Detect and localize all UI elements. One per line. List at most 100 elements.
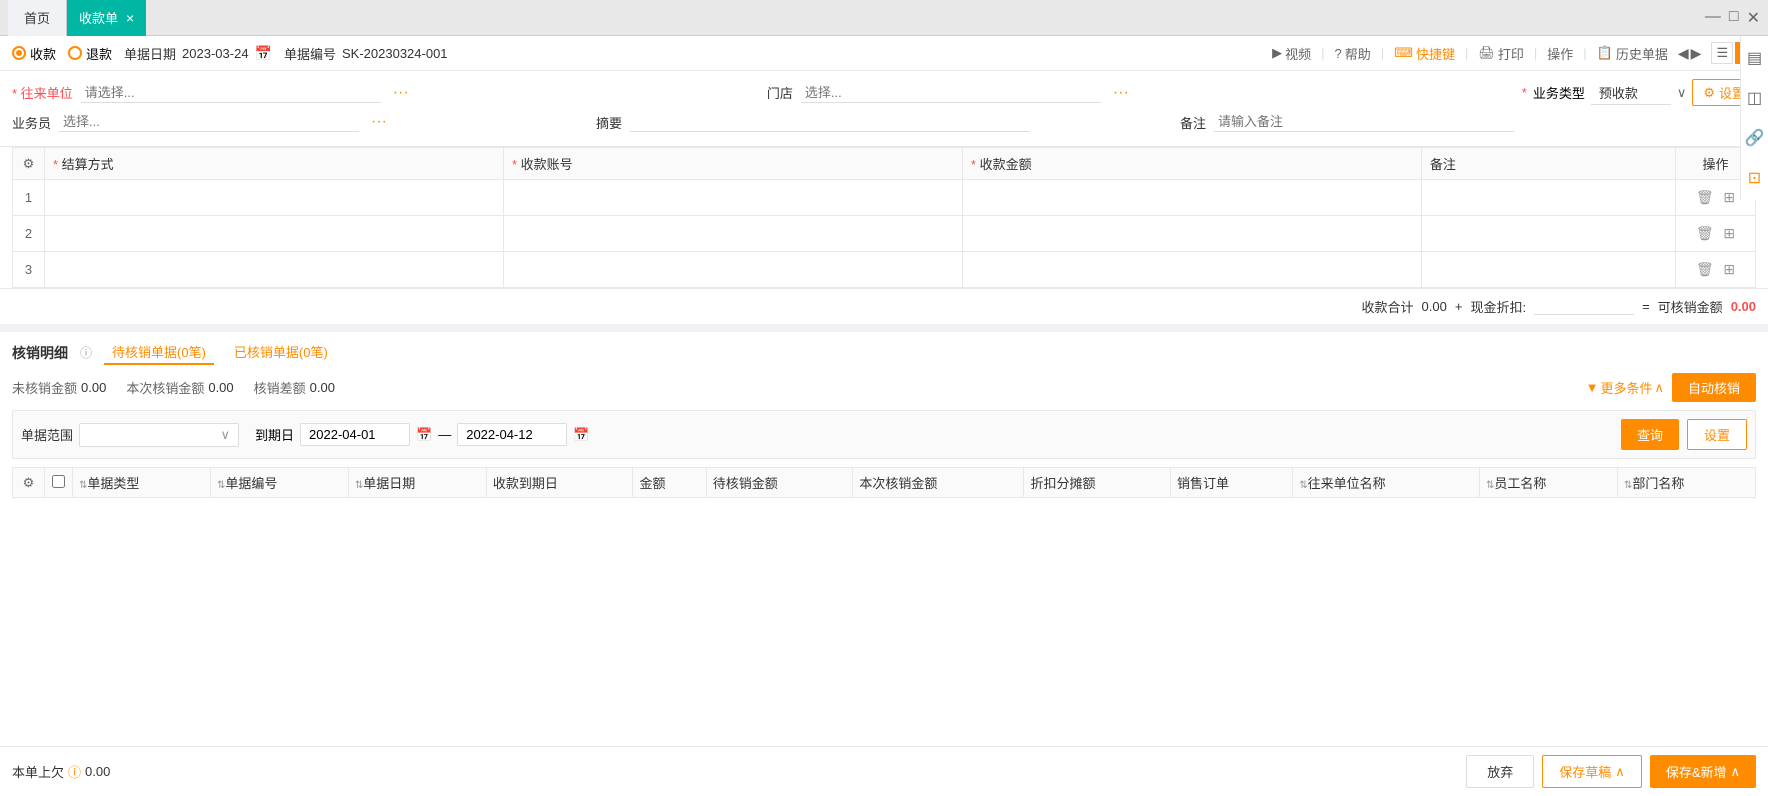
remark-col: 备注: [1180, 112, 1756, 132]
history-btn[interactable]: 📋 历史单据: [1597, 44, 1668, 63]
verify-stats-right: ▼ 更多条件 ∧ 自动核销: [1586, 373, 1756, 402]
operation-btn[interactable]: 操作: [1547, 44, 1573, 63]
number-label: 单据编号: [284, 44, 336, 63]
discount-input[interactable]: [1534, 299, 1634, 315]
vendor-more-icon[interactable]: ···: [389, 84, 413, 102]
more-conditions-btn[interactable]: ▼ 更多条件 ∧: [1586, 378, 1664, 397]
copy-icon-1[interactable]: ⊞: [1723, 189, 1735, 205]
col-pending: 待核销金额: [706, 468, 853, 498]
cell-settlement-2[interactable]: [45, 216, 504, 252]
biz-type-arrow[interactable]: ∨: [1677, 85, 1687, 101]
radio-refund[interactable]: 退款: [68, 44, 112, 63]
cell-account-2[interactable]: [503, 216, 962, 252]
row-num-1: 1: [13, 180, 45, 216]
remark-input[interactable]: [1214, 112, 1514, 132]
main-table: ⚙ * 结算方式 * 收款账号 * 收款金额 备注 操作: [12, 147, 1756, 288]
vendor-input[interactable]: [81, 83, 381, 103]
staff-more-icon[interactable]: ···: [367, 113, 391, 131]
cell-remark-1[interactable]: [1421, 180, 1675, 216]
tab-active-label: 收款单: [79, 8, 118, 27]
net-value: 0.00: [1731, 299, 1756, 314]
shortcut-btn[interactable]: ⌨ 快捷键: [1394, 44, 1455, 63]
discard-button[interactable]: 放弃: [1466, 755, 1534, 788]
order-stat: 本单上欠 ⓘ 0.00: [12, 762, 110, 781]
cell-amount-3[interactable]: [962, 252, 1421, 288]
right-panel-expand-icon[interactable]: ⊡: [1744, 164, 1765, 192]
tab-pending[interactable]: 待核销单据(0笔): [104, 340, 214, 365]
store-input[interactable]: [801, 83, 1101, 103]
summary-label: 摘要: [596, 113, 622, 132]
maximize-icon[interactable]: □: [1729, 8, 1739, 28]
verify-info-icon[interactable]: ⓘ: [80, 344, 92, 361]
auto-verify-button[interactable]: 自动核销: [1672, 373, 1756, 402]
view-list[interactable]: ☰: [1711, 42, 1733, 64]
main-table-area: ⚙ * 结算方式 * 收款账号 * 收款金额 备注 操作: [0, 147, 1768, 288]
nav-next[interactable]: ▶: [1691, 45, 1702, 62]
select-all-th[interactable]: [45, 468, 73, 498]
date-from-input[interactable]: [300, 423, 410, 446]
help-btn[interactable]: ? 帮助: [1335, 44, 1371, 63]
copy-icon-2[interactable]: ⊞: [1723, 225, 1735, 241]
cell-ops-2: 🗑 ⊞: [1676, 216, 1756, 252]
setup-button[interactable]: 设置: [1687, 419, 1747, 450]
calendar-icon[interactable]: 📅: [255, 45, 272, 62]
col-current: 本次核销金额: [853, 468, 1024, 498]
date-to-cal-icon[interactable]: 📅: [573, 427, 589, 443]
range-label: 单据范围: [21, 425, 73, 444]
cell-settlement-1[interactable]: [45, 180, 504, 216]
tab-close-icon[interactable]: ×: [126, 10, 134, 26]
order-value: 0.00: [85, 764, 110, 779]
tab-done[interactable]: 已核销单据(0笔): [226, 340, 336, 365]
radio-receipt[interactable]: 收款: [12, 44, 56, 63]
video-btn[interactable]: ▶ 视频: [1272, 44, 1311, 63]
vendor-col: * 往来单位 ···: [12, 83, 759, 103]
order-label: 本单上欠: [12, 762, 64, 781]
nav-prev[interactable]: ◀: [1678, 45, 1689, 62]
summary-col: 摘要: [596, 112, 1172, 132]
select-all-checkbox[interactable]: [52, 475, 65, 488]
tab-home[interactable]: 首页: [8, 0, 67, 36]
table-gear-th[interactable]: ⚙: [13, 148, 45, 180]
cell-account-3[interactable]: [503, 252, 962, 288]
cell-remark-2[interactable]: [1421, 216, 1675, 252]
col-vendor: ⇅往来单位名称: [1293, 468, 1480, 498]
copy-icon-3[interactable]: ⊞: [1723, 261, 1735, 277]
delete-icon-3[interactable]: 🗑: [1696, 261, 1714, 277]
date-range-sep: —: [438, 427, 451, 442]
right-panel-table-icon[interactable]: ▤: [1743, 44, 1766, 72]
save-new-arrow-icon: ∧: [1730, 764, 1740, 780]
current-stat: 本次核销金额 0.00: [126, 378, 233, 397]
cell-amount-1[interactable]: [962, 180, 1421, 216]
staff-input[interactable]: [59, 112, 359, 132]
cell-settlement-3[interactable]: [45, 252, 504, 288]
cell-amount-2[interactable]: [962, 216, 1421, 252]
delete-icon-1[interactable]: 🗑: [1696, 189, 1714, 205]
right-panel-doc-icon[interactable]: ◫: [1743, 84, 1766, 112]
delete-icon-2[interactable]: 🗑: [1696, 225, 1714, 241]
table-row: 1 🗑 ⊞: [13, 180, 1756, 216]
range-select[interactable]: ∨: [79, 423, 239, 447]
tab-active[interactable]: 收款单 ×: [67, 0, 146, 36]
net-label: 可核销金额: [1658, 297, 1723, 316]
draft-button[interactable]: 保存草稿 ∧: [1542, 755, 1642, 788]
save-new-button[interactable]: 保存&新增 ∧: [1650, 755, 1756, 788]
cell-account-1[interactable]: [503, 180, 962, 216]
range-filter: 单据范围 ∨: [21, 423, 239, 447]
receipt-type-group: 收款 退款: [12, 44, 112, 63]
print-btn[interactable]: 🖨 打印: [1478, 44, 1524, 63]
verify-stats: 未核销金额 0.00 本次核销金额 0.00 核销差额 0.00 ▼ 更多条件 …: [12, 373, 1756, 402]
draft-arrow-icon: ∧: [1615, 764, 1625, 780]
right-panel-link-icon[interactable]: 🔗: [1741, 124, 1768, 152]
store-more-icon[interactable]: ···: [1109, 84, 1133, 102]
radio-dot-receipt: [12, 46, 26, 60]
help-icon: ?: [1335, 46, 1342, 61]
cell-remark-3[interactable]: [1421, 252, 1675, 288]
order-info-icon[interactable]: ⓘ: [68, 762, 81, 781]
date-from-cal-icon[interactable]: 📅: [416, 427, 432, 443]
query-button[interactable]: 查询: [1621, 419, 1679, 450]
bottom-gear-th[interactable]: ⚙: [13, 468, 45, 498]
close-icon[interactable]: ✕: [1747, 8, 1760, 28]
summary-input[interactable]: [630, 112, 1030, 132]
date-to-input[interactable]: [457, 423, 567, 446]
minimize-icon[interactable]: —: [1705, 8, 1721, 28]
